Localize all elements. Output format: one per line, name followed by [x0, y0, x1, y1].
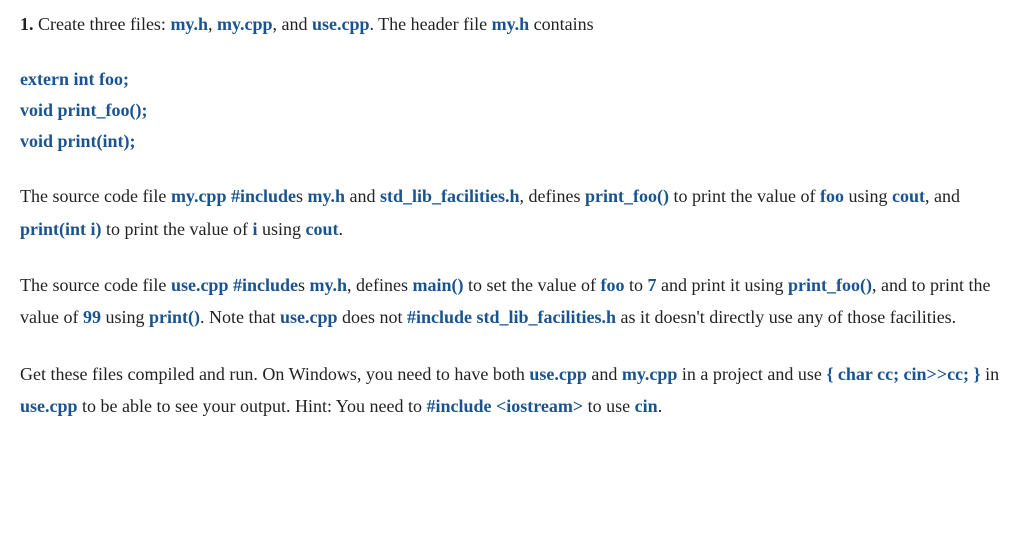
filename: my.cpp [217, 14, 273, 34]
text: to set the value of [463, 275, 600, 295]
code: { char cc; cin>>cc; } [826, 364, 980, 384]
text: in [981, 364, 1000, 384]
text: . Note that [200, 307, 280, 327]
text: and print it using [656, 275, 788, 295]
text: as it doesn't directly use any of those … [616, 307, 956, 327]
text: to use [583, 396, 635, 416]
code: my.cpp #include [171, 186, 296, 206]
code: foo [820, 186, 844, 206]
code: #include <iostream> [426, 396, 583, 416]
code: my.cpp [622, 364, 678, 384]
text: The source code file [20, 275, 171, 295]
text: and [587, 364, 622, 384]
text: using [844, 186, 892, 206]
text: s [298, 275, 310, 295]
code-line: void print_foo(); [20, 95, 1001, 126]
paragraph-2: The source code file my.cpp #includes my… [20, 180, 1001, 245]
code: cin [635, 396, 658, 416]
text: to print the value of [102, 219, 253, 239]
text: and [345, 186, 380, 206]
paragraph-1: 1. Create three files: my.h, my.cpp, and… [20, 8, 1001, 40]
text: using [258, 219, 306, 239]
text: s [296, 186, 308, 206]
text: using [101, 307, 149, 327]
code: foo [600, 275, 624, 295]
code: #include std_lib_facilities.h [407, 307, 616, 327]
filename: use.cpp [312, 14, 370, 34]
code-line: extern int foo; [20, 64, 1001, 95]
code: print(int i) [20, 219, 102, 239]
code: use.cpp [529, 364, 587, 384]
code: cout [306, 219, 339, 239]
code: print() [149, 307, 200, 327]
text: does not [338, 307, 408, 327]
text: to be able to see your output. Hint: You… [78, 396, 427, 416]
text: , [208, 14, 217, 34]
text: Create three files: [34, 14, 171, 34]
code: cout [892, 186, 925, 206]
text: . [658, 396, 663, 416]
text: . The header file [369, 14, 491, 34]
text: , and [272, 14, 312, 34]
code: print_foo() [788, 275, 872, 295]
code: print_foo() [585, 186, 669, 206]
text: to print the value of [669, 186, 820, 206]
filename: my.h [492, 14, 530, 34]
filename: my.h [170, 14, 208, 34]
text: , defines [520, 186, 585, 206]
code: main() [412, 275, 463, 295]
code-block: extern int foo; void print_foo(); void p… [20, 64, 1001, 156]
code-line: void print(int); [20, 126, 1001, 157]
text: in a project and use [677, 364, 826, 384]
text: , and [925, 186, 960, 206]
text: , defines [347, 275, 412, 295]
code: std_lib_facilities.h [380, 186, 520, 206]
code: my.h [309, 275, 347, 295]
code: 99 [83, 307, 101, 327]
exercise-number: 1. [20, 14, 34, 34]
text: . [339, 219, 344, 239]
text: contains [529, 14, 594, 34]
paragraph-3: The source code file use.cpp #includes m… [20, 269, 1001, 334]
code: my.h [307, 186, 345, 206]
text: Get these files compiled and run. On Win… [20, 364, 529, 384]
text: The source code file [20, 186, 171, 206]
code: use.cpp [20, 396, 78, 416]
code: use.cpp #include [171, 275, 298, 295]
text: to [624, 275, 647, 295]
paragraph-4: Get these files compiled and run. On Win… [20, 358, 1001, 423]
code: use.cpp [280, 307, 338, 327]
